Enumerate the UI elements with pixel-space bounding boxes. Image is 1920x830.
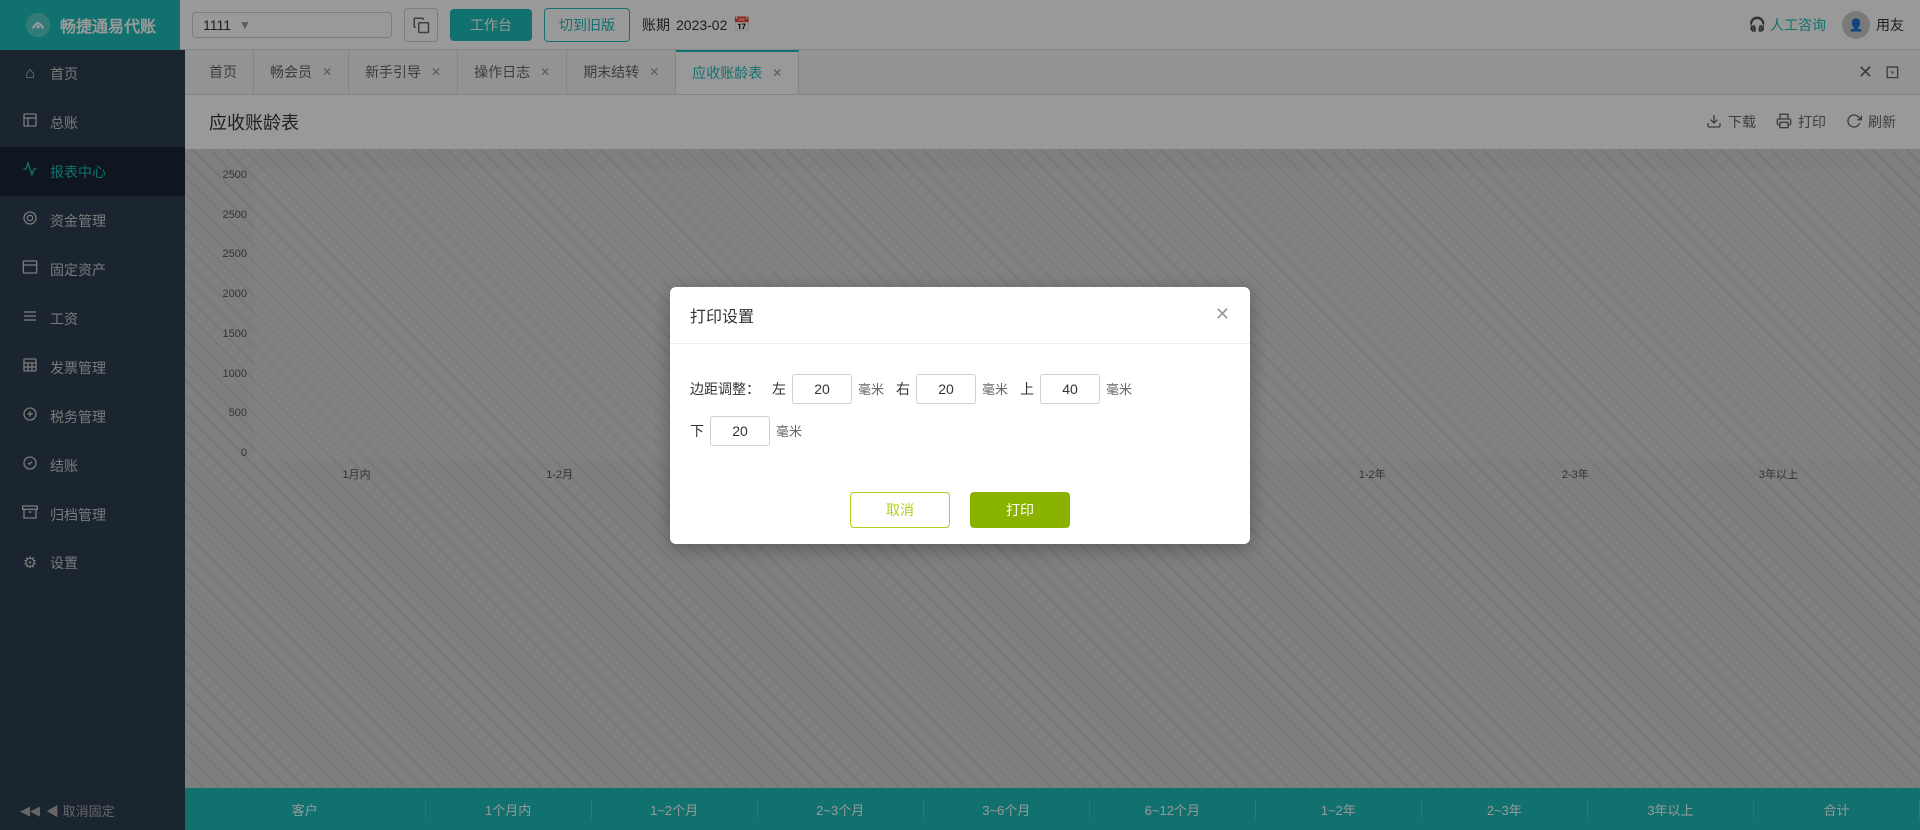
dialog-title: 打印设置 — [690, 303, 754, 327]
margin-label: 边距调整： — [690, 379, 760, 399]
margin-row: 边距调整： 左 毫米 右 毫米 上 毫米 下 — [690, 374, 1230, 446]
top-unit: 毫米 — [1106, 379, 1132, 398]
margin-bottom-group: 下 毫米 — [690, 416, 802, 446]
margin-top-group: 上 毫米 — [1020, 374, 1132, 404]
top-input[interactable] — [1040, 374, 1100, 404]
dialog-close-button[interactable]: ✕ — [1215, 304, 1230, 325]
right-unit: 毫米 — [982, 379, 1008, 398]
left-input[interactable] — [792, 374, 852, 404]
cancel-button[interactable]: 取消 — [850, 492, 950, 528]
bottom-label: 下 — [690, 421, 704, 441]
print-button[interactable]: 打印 — [970, 492, 1070, 528]
top-label: 上 — [1020, 379, 1034, 399]
left-label: 左 — [772, 379, 786, 399]
margin-right-group: 右 毫米 — [896, 374, 1008, 404]
dialog-body: 边距调整： 左 毫米 右 毫米 上 毫米 下 — [670, 344, 1250, 476]
left-unit: 毫米 — [858, 379, 884, 398]
dialog-header: 打印设置 ✕ — [670, 287, 1250, 344]
dialog-overlay: 打印设置 ✕ 边距调整： 左 毫米 右 毫米 上 毫米 — [0, 0, 1920, 830]
bottom-unit: 毫米 — [776, 421, 802, 440]
right-label: 右 — [896, 379, 910, 399]
margin-left-group: 左 毫米 — [772, 374, 884, 404]
print-settings-dialog: 打印设置 ✕ 边距调整： 左 毫米 右 毫米 上 毫米 — [670, 287, 1250, 544]
right-input[interactable] — [916, 374, 976, 404]
dialog-footer: 取消 打印 — [670, 476, 1250, 544]
bottom-input[interactable] — [710, 416, 770, 446]
